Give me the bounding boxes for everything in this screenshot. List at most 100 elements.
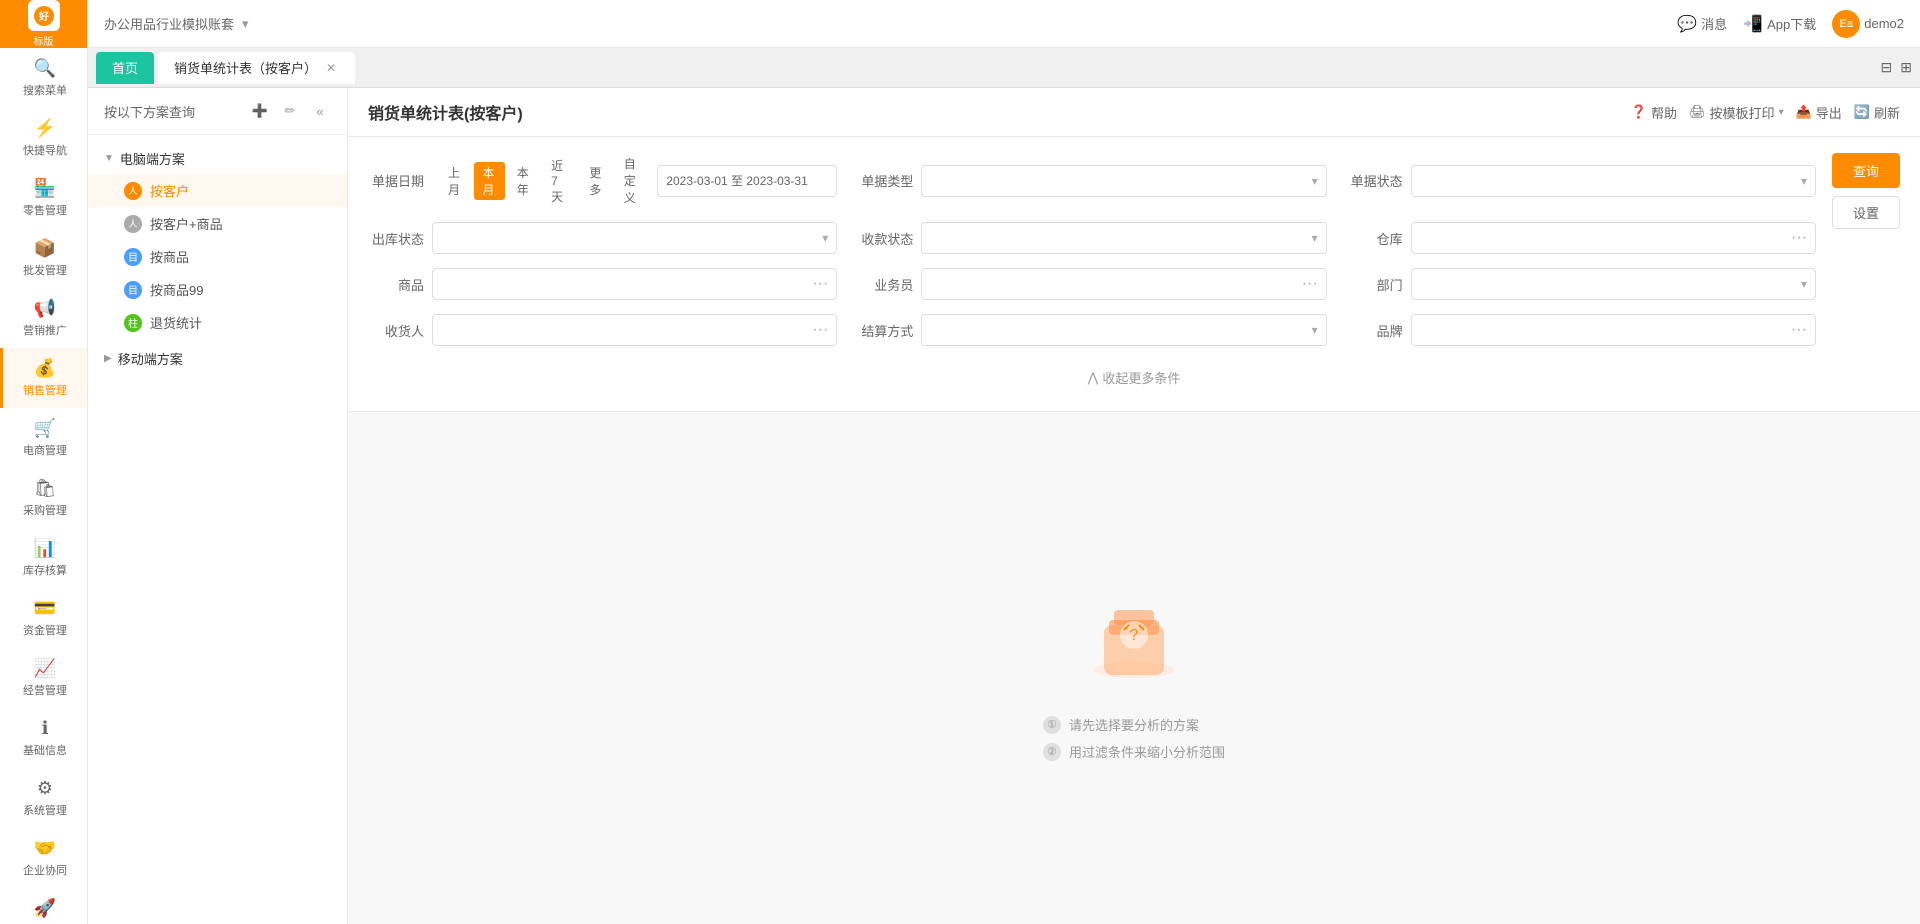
query-button[interactable]: 查询 xyxy=(1832,153,1900,188)
sidebar-item-system[interactable]: ⚙ 系统管理 xyxy=(0,768,87,828)
tree-group-desktop: ▼ 电脑端方案 人 按客户 人 按客户+商品 目 按商品 xyxy=(88,143,347,339)
filter-receiver-item: 收货人 ··· xyxy=(368,314,837,346)
user-avatar: Ea xyxy=(1832,10,1860,38)
date-tab-more[interactable]: 更多 xyxy=(581,162,611,200)
tree-item-return-stat-icon: 柱 xyxy=(124,314,142,332)
tree-item-by-customer-goods-icon: 人 xyxy=(124,215,142,233)
tree-item-by-goods-99-icon: 目 xyxy=(124,281,142,299)
sidebar-item-quick-nav[interactable]: ⚡ 快捷导航 xyxy=(0,108,87,168)
sidebar-item-purchase[interactable]: 🛍 采购管理 xyxy=(0,468,87,528)
empty-tips: ① 请先选择要分析的方案 ② 用过滤条件来缩小分析范围 xyxy=(1043,715,1225,761)
tree-item-by-goods[interactable]: 目 按商品 xyxy=(88,240,347,273)
app-download-label: App下载 xyxy=(1767,14,1816,33)
sidebar-item-marketing[interactable]: 📢 营销推广 xyxy=(0,288,87,348)
filter-out-status-item: 出库状态 ▾ xyxy=(368,222,837,254)
sidebar-item-operation[interactable]: 📈 经营管理 xyxy=(0,648,87,708)
user-area[interactable]: Ea demo2 xyxy=(1832,10,1904,38)
collapse-up-icon: ⋀ xyxy=(1088,370,1099,386)
search-menu-icon: 🔍 xyxy=(34,58,56,79)
pay-status-label: 收款状态 xyxy=(857,229,913,248)
left-panel-header: 按以下方案查询 ➕ ✏ « xyxy=(88,88,347,135)
left-panel-header-actions: ➕ ✏ « xyxy=(249,100,331,122)
empty-illustration: ? xyxy=(1074,575,1194,695)
tree-item-return-stat[interactable]: 柱 退货统计 xyxy=(88,306,347,339)
tree-item-return-stat-label: 退货统计 xyxy=(150,313,202,332)
refresh-label: 刷新 xyxy=(1874,103,1900,122)
date-tab-last-month[interactable]: 上月 xyxy=(440,162,470,200)
filter-brand-item: 品牌 ··· xyxy=(1347,314,1816,346)
payment-control[interactable]: ▾ xyxy=(921,314,1326,346)
tab-maximize-icon[interactable]: ⊞ xyxy=(1900,59,1912,76)
message-label: 消息 xyxy=(1701,14,1727,33)
sidebar-item-ecommerce[interactable]: 🛒 电商管理 xyxy=(0,408,87,468)
warehouse-control[interactable]: ··· xyxy=(1411,222,1816,254)
add-scheme-button[interactable]: ➕ xyxy=(249,100,271,122)
date-tab-this-year[interactable]: 本年 xyxy=(509,162,539,200)
tab-minimize-icon[interactable]: ⊟ xyxy=(1881,59,1893,76)
sidebar-item-finance[interactable]: 💳 资金管理 xyxy=(0,588,87,648)
pay-status-control[interactable]: ▾ xyxy=(921,222,1326,254)
app-download-action[interactable]: 📲 App下载 xyxy=(1743,14,1816,34)
print-button[interactable]: 🖨 按模板打印 ▾ xyxy=(1689,103,1784,122)
header-left: 办公用品行业模拟账套 ▾ xyxy=(104,14,249,33)
brand-control[interactable]: ··· xyxy=(1411,314,1816,346)
filter-staff-item: 业务员 ··· xyxy=(857,268,1326,300)
purchase-icon: 🛍 xyxy=(34,478,57,499)
tree-item-by-customer-goods[interactable]: 人 按客户+商品 xyxy=(88,207,347,240)
export-label: 导出 xyxy=(1816,103,1842,122)
staff-control[interactable]: ··· xyxy=(921,268,1326,300)
dept-control[interactable]: ▾ xyxy=(1411,268,1816,300)
goods-control[interactable]: ··· xyxy=(432,268,837,300)
page-title-bar: 销货单统计表(按客户) ❓ 帮助 🖨 按模板打印 ▾ 📤 导出 xyxy=(348,88,1920,137)
tab-sales-stat[interactable]: 销货单统计表（按客户） ✕ xyxy=(158,52,355,84)
tree-group-mobile-header[interactable]: ▶ 移动端方案 xyxy=(88,343,347,374)
sidebar-item-label-marketing: 营销推广 xyxy=(23,322,67,338)
sidebar-item-search-menu[interactable]: 🔍 搜索菜单 xyxy=(0,48,87,108)
date-tabs: 上月 本月 本年 近7天 更多 自定义 xyxy=(440,153,653,208)
export-button[interactable]: 📤 导出 xyxy=(1796,103,1842,122)
tree-item-by-goods-99[interactable]: 目 按商品99 xyxy=(88,273,347,306)
date-tab-this-month[interactable]: 本月 xyxy=(474,162,504,200)
filter-warehouse-item: 仓库 ··· xyxy=(1347,222,1816,254)
edit-scheme-button[interactable]: ✏ xyxy=(279,100,301,122)
tree-item-by-customer[interactable]: 人 按客户 xyxy=(88,174,347,207)
date-tab-last-7-days[interactable]: 近7天 xyxy=(543,155,577,207)
type-control[interactable]: ▾ xyxy=(921,165,1326,197)
tab-close-icon[interactable]: ✕ xyxy=(323,60,339,76)
sidebar-item-wholesale[interactable]: 📦 批发管理 xyxy=(0,228,87,288)
main-area: 办公用品行业模拟账套 ▾ 💬 消息 📲 App下载 Ea demo2 首页 xyxy=(88,0,1920,924)
sidebar-item-inventory[interactable]: 📊 库存核算 xyxy=(0,528,87,588)
receiver-control[interactable]: ··· xyxy=(432,314,837,346)
tab-home[interactable]: 首页 xyxy=(96,52,154,84)
sidebar-item-label-system: 系统管理 xyxy=(23,802,67,818)
refresh-button[interactable]: 🔄 刷新 xyxy=(1854,103,1900,122)
tip-num-2: ② xyxy=(1043,743,1061,761)
out-status-label: 出库状态 xyxy=(368,229,424,248)
out-status-control[interactable]: ▾ xyxy=(432,222,837,254)
sidebar-item-label-cooperation: 企业协同 xyxy=(23,862,67,878)
message-action[interactable]: 💬 消息 xyxy=(1677,14,1727,34)
sidebar-item-basic[interactable]: ℹ 基础信息 xyxy=(0,708,87,768)
collapse-panel-button[interactable]: « xyxy=(309,100,331,122)
tab-home-label: 首页 xyxy=(112,58,138,77)
date-range-control[interactable]: 2023-03-01 至 2023-03-31 xyxy=(657,165,837,197)
sidebar-item-guide[interactable]: 🚀 新手引导 xyxy=(0,888,87,924)
sidebar-item-label-quick: 快捷导航 xyxy=(23,142,67,158)
dept-label: 部门 xyxy=(1347,275,1403,294)
sidebar-item-cooperation[interactable]: 🤝 企业协同 xyxy=(0,828,87,888)
date-tab-custom[interactable]: 自定义 xyxy=(616,153,654,208)
help-button[interactable]: ❓ 帮助 xyxy=(1631,103,1677,122)
sidebar-item-sales[interactable]: 💰 销售管理 xyxy=(0,348,87,408)
dropdown-icon[interactable]: ▾ xyxy=(242,16,249,32)
settings-button[interactable]: 设置 xyxy=(1832,196,1900,229)
collapse-button[interactable]: ⋀ 收起更多条件 xyxy=(1088,368,1181,387)
finance-icon: 💳 xyxy=(34,598,56,619)
filter-row-2: 出库状态 ▾ 收款状态 ▾ xyxy=(368,222,1816,254)
filter-date-section: 单据日期 上月 本月 本年 近7天 更多 自定义 xyxy=(368,153,1816,346)
status-control[interactable]: ▾ xyxy=(1411,165,1816,197)
brand-label: 品牌 xyxy=(1347,321,1403,340)
print-label: 按模板打印 xyxy=(1710,103,1775,122)
sidebar-item-retail[interactable]: 🏪 零售管理 xyxy=(0,168,87,228)
tree-group-desktop-header[interactable]: ▼ 电脑端方案 xyxy=(88,143,347,174)
filter-area: 单据日期 上月 本月 本年 近7天 更多 自定义 xyxy=(348,137,1920,412)
